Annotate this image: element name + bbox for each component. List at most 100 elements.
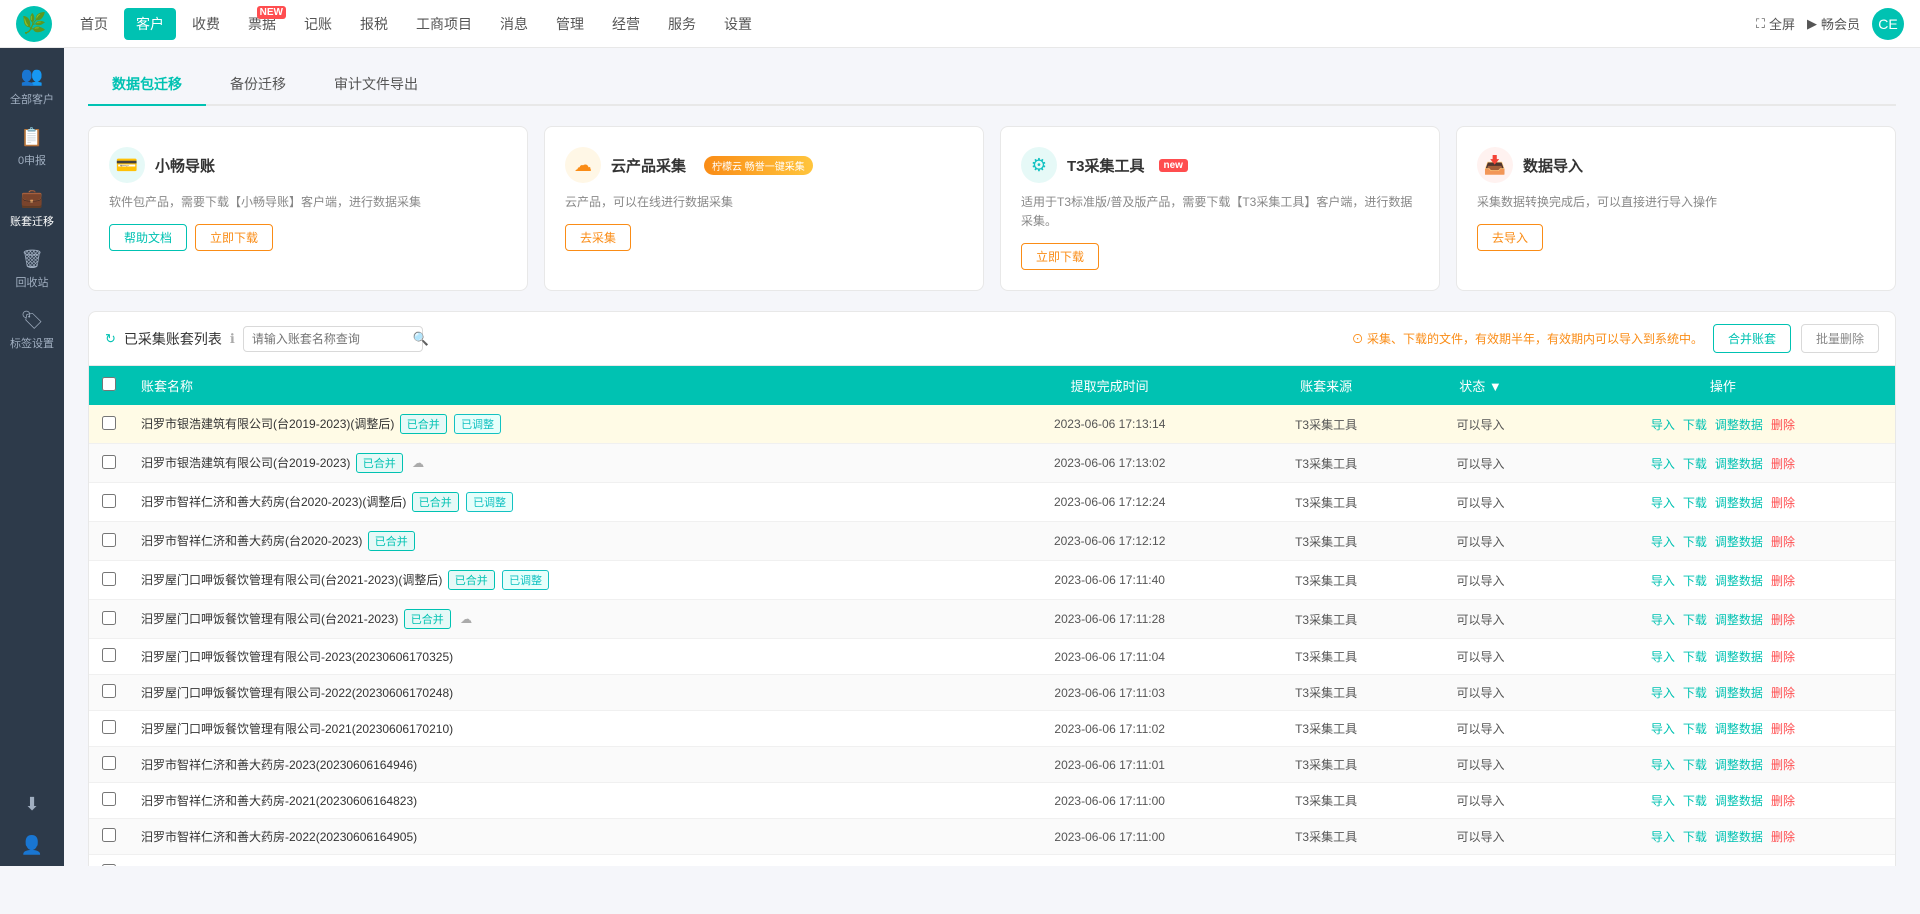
logo-icon[interactable]: 🌿 <box>16 6 52 42</box>
row-checkbox[interactable] <box>102 611 116 625</box>
search-input[interactable] <box>252 332 407 346</box>
nav-item-fee[interactable]: 收费 <box>180 8 232 40</box>
sidebar-item-recycle[interactable]: 🗑 回收站 <box>0 239 64 300</box>
action-调整数据[interactable]: 调整数据 <box>1715 686 1763 700</box>
sidebar-item-tag-settings[interactable]: 🏷 标签设置 <box>0 300 64 361</box>
t3-download-btn[interactable]: 立即下载 <box>1021 243 1099 270</box>
action-下载[interactable]: 下载 <box>1683 574 1707 588</box>
nav-item-ticket[interactable]: 票据 NEW <box>236 8 288 40</box>
action-delete[interactable]: 删除 <box>1771 686 1795 700</box>
help-doc-btn[interactable]: 帮助文档 <box>109 224 187 251</box>
row-checkbox[interactable] <box>102 533 116 547</box>
nav-item-settings[interactable]: 设置 <box>712 8 764 40</box>
nav-item-home[interactable]: 首页 <box>68 8 120 40</box>
nav-item-service[interactable]: 服务 <box>656 8 708 40</box>
sidebar-item-download[interactable]: ⬇ <box>0 784 64 825</box>
nav-item-manage[interactable]: 管理 <box>544 8 596 40</box>
action-下载[interactable]: 下载 <box>1683 758 1707 772</box>
action-下载[interactable]: 下载 <box>1683 722 1707 736</box>
action-下载[interactable]: 下载 <box>1683 686 1707 700</box>
action-下载[interactable]: 下载 <box>1683 418 1707 432</box>
search-icon[interactable]: 🔍 <box>413 331 429 347</box>
action-delete[interactable]: 删除 <box>1771 574 1795 588</box>
sidebar-item-account-migration[interactable]: 💼 账套迁移 <box>0 178 64 239</box>
account-source: T3采集工具 <box>1242 522 1410 561</box>
row-checkbox[interactable] <box>102 720 116 734</box>
tab-backup-migration[interactable]: 备份迁移 <box>206 64 310 106</box>
batch-delete-btn[interactable]: 批量删除 <box>1801 324 1879 353</box>
row-checkbox[interactable] <box>102 756 116 770</box>
action-调整数据[interactable]: 调整数据 <box>1715 418 1763 432</box>
go-collect-btn[interactable]: 去采集 <box>565 224 631 251</box>
go-import-btn[interactable]: 去导入 <box>1477 224 1543 251</box>
sidebar-item-label: 回收站 <box>16 274 49 290</box>
action-delete[interactable]: 删除 <box>1771 794 1795 808</box>
action-下载[interactable]: 下载 <box>1683 613 1707 627</box>
action-调整数据[interactable]: 调整数据 <box>1715 830 1763 844</box>
action-delete[interactable]: 删除 <box>1771 758 1795 772</box>
nav-item-bookkeeping[interactable]: 记账 <box>292 8 344 40</box>
refresh-icon[interactable]: ↻ <box>105 331 116 347</box>
action-导入[interactable]: 导入 <box>1651 758 1675 772</box>
merge-accounts-btn[interactable]: 合并账套 <box>1713 324 1791 353</box>
action-调整数据[interactable]: 调整数据 <box>1715 574 1763 588</box>
select-all-checkbox[interactable] <box>102 377 116 391</box>
row-checkbox[interactable] <box>102 572 116 586</box>
info-icon[interactable]: ℹ <box>230 331 235 347</box>
action-导入[interactable]: 导入 <box>1651 574 1675 588</box>
action-delete[interactable]: 删除 <box>1771 496 1795 510</box>
action-导入[interactable]: 导入 <box>1651 686 1675 700</box>
tab-data-migration[interactable]: 数据包迁移 <box>88 64 206 106</box>
action-下载[interactable]: 下载 <box>1683 457 1707 471</box>
action-下载[interactable]: 下载 <box>1683 794 1707 808</box>
avatar[interactable]: CE <box>1872 8 1904 40</box>
vip-btn[interactable]: ▶ 畅会员 <box>1807 14 1860 33</box>
action-delete[interactable]: 删除 <box>1771 535 1795 549</box>
nav-item-client[interactable]: 客户 <box>124 8 176 40</box>
action-调整数据[interactable]: 调整数据 <box>1715 794 1763 808</box>
row-checkbox[interactable] <box>102 648 116 662</box>
action-调整数据[interactable]: 调整数据 <box>1715 650 1763 664</box>
action-导入[interactable]: 导入 <box>1651 457 1675 471</box>
row-checkbox[interactable] <box>102 494 116 508</box>
action-导入[interactable]: 导入 <box>1651 650 1675 664</box>
action-导入[interactable]: 导入 <box>1651 830 1675 844</box>
action-调整数据[interactable]: 调整数据 <box>1715 722 1763 736</box>
action-调整数据[interactable]: 调整数据 <box>1715 613 1763 627</box>
action-下载[interactable]: 下载 <box>1683 535 1707 549</box>
action-导入[interactable]: 导入 <box>1651 794 1675 808</box>
action-delete[interactable]: 删除 <box>1771 650 1795 664</box>
nav-item-tax[interactable]: 报税 <box>348 8 400 40</box>
action-delete[interactable]: 删除 <box>1771 613 1795 627</box>
action-delete[interactable]: 删除 <box>1771 418 1795 432</box>
action-delete[interactable]: 删除 <box>1771 457 1795 471</box>
action-导入[interactable]: 导入 <box>1651 496 1675 510</box>
action-导入[interactable]: 导入 <box>1651 722 1675 736</box>
sidebar-item-all-clients[interactable]: 👥 全部客户 <box>0 56 64 117</box>
nav-item-bizproject[interactable]: 工商项目 <box>404 8 484 40</box>
sidebar-item-user[interactable]: 👤 <box>0 825 64 866</box>
action-delete[interactable]: 删除 <box>1771 722 1795 736</box>
row-checkbox[interactable] <box>102 792 116 806</box>
action-调整数据[interactable]: 调整数据 <box>1715 457 1763 471</box>
row-checkbox[interactable] <box>102 416 116 430</box>
action-导入[interactable]: 导入 <box>1651 613 1675 627</box>
fullscreen-btn[interactable]: ⛶ 全屏 <box>1756 14 1795 33</box>
action-导入[interactable]: 导入 <box>1651 535 1675 549</box>
nav-item-message[interactable]: 消息 <box>488 8 540 40</box>
action-调整数据[interactable]: 调整数据 <box>1715 535 1763 549</box>
action-delete[interactable]: 删除 <box>1771 830 1795 844</box>
download-now-btn[interactable]: 立即下载 <box>195 224 273 251</box>
row-checkbox[interactable] <box>102 828 116 842</box>
tab-audit-export[interactable]: 审计文件导出 <box>310 64 442 106</box>
action-下载[interactable]: 下载 <box>1683 830 1707 844</box>
nav-item-operation[interactable]: 经营 <box>600 8 652 40</box>
action-下载[interactable]: 下载 <box>1683 496 1707 510</box>
action-调整数据[interactable]: 调整数据 <box>1715 496 1763 510</box>
action-导入[interactable]: 导入 <box>1651 418 1675 432</box>
action-调整数据[interactable]: 调整数据 <box>1715 758 1763 772</box>
action-下载[interactable]: 下载 <box>1683 650 1707 664</box>
sidebar-item-zero-report[interactable]: 📋 0申报 <box>0 117 64 178</box>
row-checkbox[interactable] <box>102 455 116 469</box>
row-checkbox[interactable] <box>102 684 116 698</box>
